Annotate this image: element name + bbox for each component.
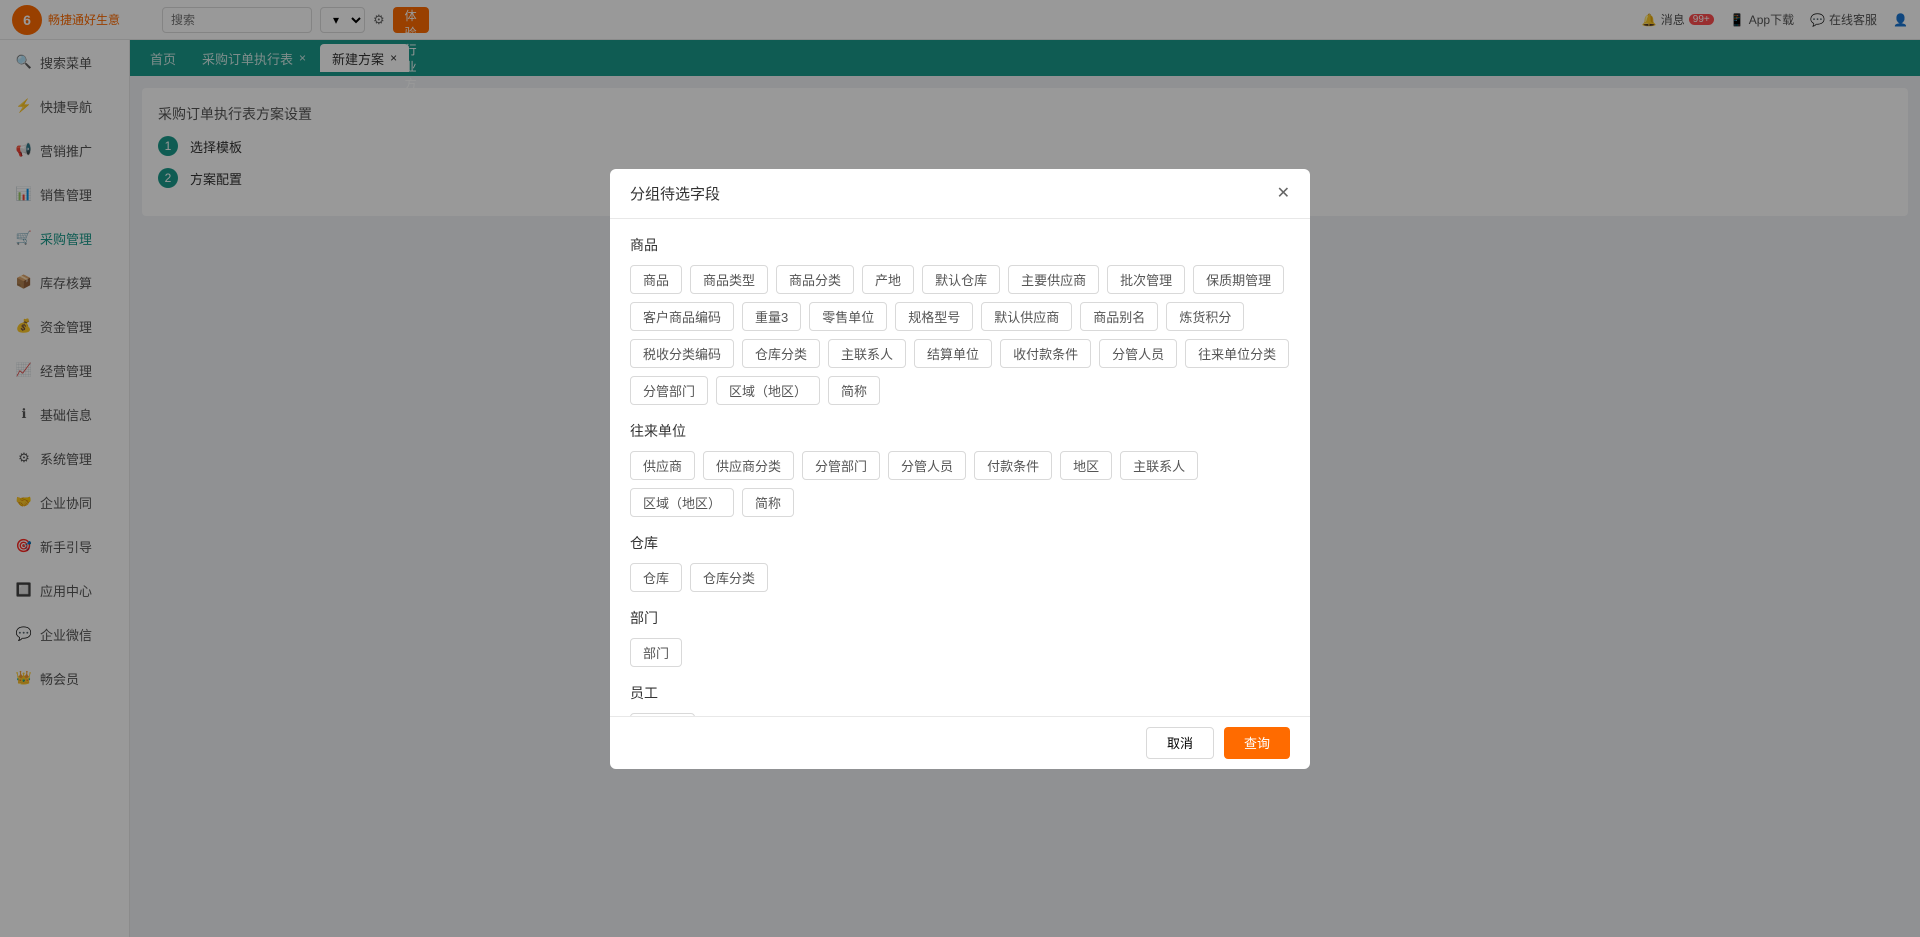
modal-footer: 取消 查询 — [610, 716, 1310, 769]
field-tag-product-2[interactable]: 商品分类 — [776, 265, 854, 294]
field-tag-warehouse-0[interactable]: 仓库 — [630, 563, 682, 592]
field-tag-partner-4[interactable]: 付款条件 — [974, 451, 1052, 480]
field-tag-product-22[interactable]: 分管部门 — [630, 376, 708, 405]
field-tag-partner-7[interactable]: 区域（地区） — [630, 488, 734, 517]
field-tag-partner-0[interactable]: 供应商 — [630, 451, 695, 480]
field-tag-product-0[interactable]: 商品 — [630, 265, 682, 294]
field-tag-product-5[interactable]: 主要供应商 — [1008, 265, 1099, 294]
section-title-warehouse: 仓库 — [630, 533, 1290, 553]
field-tag-product-24[interactable]: 简称 — [828, 376, 880, 405]
field-tag-partner-5[interactable]: 地区 — [1060, 451, 1112, 480]
field-tag-warehouse-1[interactable]: 仓库分类 — [690, 563, 768, 592]
section-title-partner: 往来单位 — [630, 421, 1290, 441]
field-tag-partner-6[interactable]: 主联系人 — [1120, 451, 1198, 480]
section-title-product: 商品 — [630, 235, 1290, 255]
field-tag-partner-8[interactable]: 简称 — [742, 488, 794, 517]
section-title-department: 部门 — [630, 608, 1290, 628]
modal-overlay: 分组待选字段 ✕ 商品商品商品类型商品分类产地默认仓库主要供应商批次管理保质期管… — [0, 0, 1920, 937]
field-grid-product: 商品商品类型商品分类产地默认仓库主要供应商批次管理保质期管理客户商品编码重量3 零… — [630, 265, 1290, 405]
field-tag-partner-1[interactable]: 供应商分类 — [703, 451, 794, 480]
field-tag-product-8[interactable]: 客户商品编码 — [630, 302, 734, 331]
field-tag-product-4[interactable]: 默认仓库 — [922, 265, 1000, 294]
field-tag-product-1[interactable]: 商品类型 — [690, 265, 768, 294]
field-tag-product-16[interactable]: 仓库分类 — [742, 339, 820, 368]
field-tag-product-17[interactable]: 主联系人 — [828, 339, 906, 368]
confirm-button[interactable]: 查询 — [1224, 727, 1290, 759]
field-tag-partner-2[interactable]: 分管部门 — [802, 451, 880, 480]
section-title-employee: 员工 — [630, 683, 1290, 703]
field-tag-product-20[interactable]: 分管人员 — [1099, 339, 1177, 368]
modal-title: 分组待选字段 — [630, 183, 720, 204]
field-grid-department: 部门 — [630, 638, 1290, 667]
field-tag-product-7[interactable]: 保质期管理 — [1193, 265, 1284, 294]
field-tag-partner-3[interactable]: 分管人员 — [888, 451, 966, 480]
field-tag-product-15[interactable]: 税收分类编码 — [630, 339, 734, 368]
field-tag-product-14[interactable]: 炼货积分 — [1166, 302, 1244, 331]
field-tag-product-18[interactable]: 结算单位 — [914, 339, 992, 368]
field-tag-product-23[interactable]: 区域（地区） — [716, 376, 820, 405]
field-tag-product-21[interactable]: 往来单位分类 — [1185, 339, 1289, 368]
field-tag-department-0[interactable]: 部门 — [630, 638, 682, 667]
field-tag-product-13[interactable]: 商品别名 — [1080, 302, 1158, 331]
field-tag-product-3[interactable]: 产地 — [862, 265, 914, 294]
field-tag-product-10[interactable]: 零售单位 — [809, 302, 887, 331]
field-tag-product-9[interactable]: 重量3 — [742, 302, 801, 331]
field-tag-product-6[interactable]: 批次管理 — [1107, 265, 1185, 294]
field-tag-product-19[interactable]: 收付款条件 — [1000, 339, 1091, 368]
field-grid-warehouse: 仓库仓库分类 — [630, 563, 1290, 592]
field-tag-product-12[interactable]: 默认供应商 — [981, 302, 1072, 331]
modal-body[interactable]: 商品商品商品类型商品分类产地默认仓库主要供应商批次管理保质期管理客户商品编码重量… — [610, 219, 1310, 716]
modal-close-button[interactable]: ✕ — [1277, 183, 1290, 203]
cancel-button[interactable]: 取消 — [1146, 727, 1214, 759]
field-grid-partner: 供应商供应商分类分管部门分管人员付款条件地区主联系人区域（地区） 简称 — [630, 451, 1290, 517]
field-tag-product-11[interactable]: 规格型号 — [895, 302, 973, 331]
modal-dialog: 分组待选字段 ✕ 商品商品商品类型商品分类产地默认仓库主要供应商批次管理保质期管… — [610, 169, 1310, 769]
modal-header: 分组待选字段 ✕ — [610, 169, 1310, 219]
